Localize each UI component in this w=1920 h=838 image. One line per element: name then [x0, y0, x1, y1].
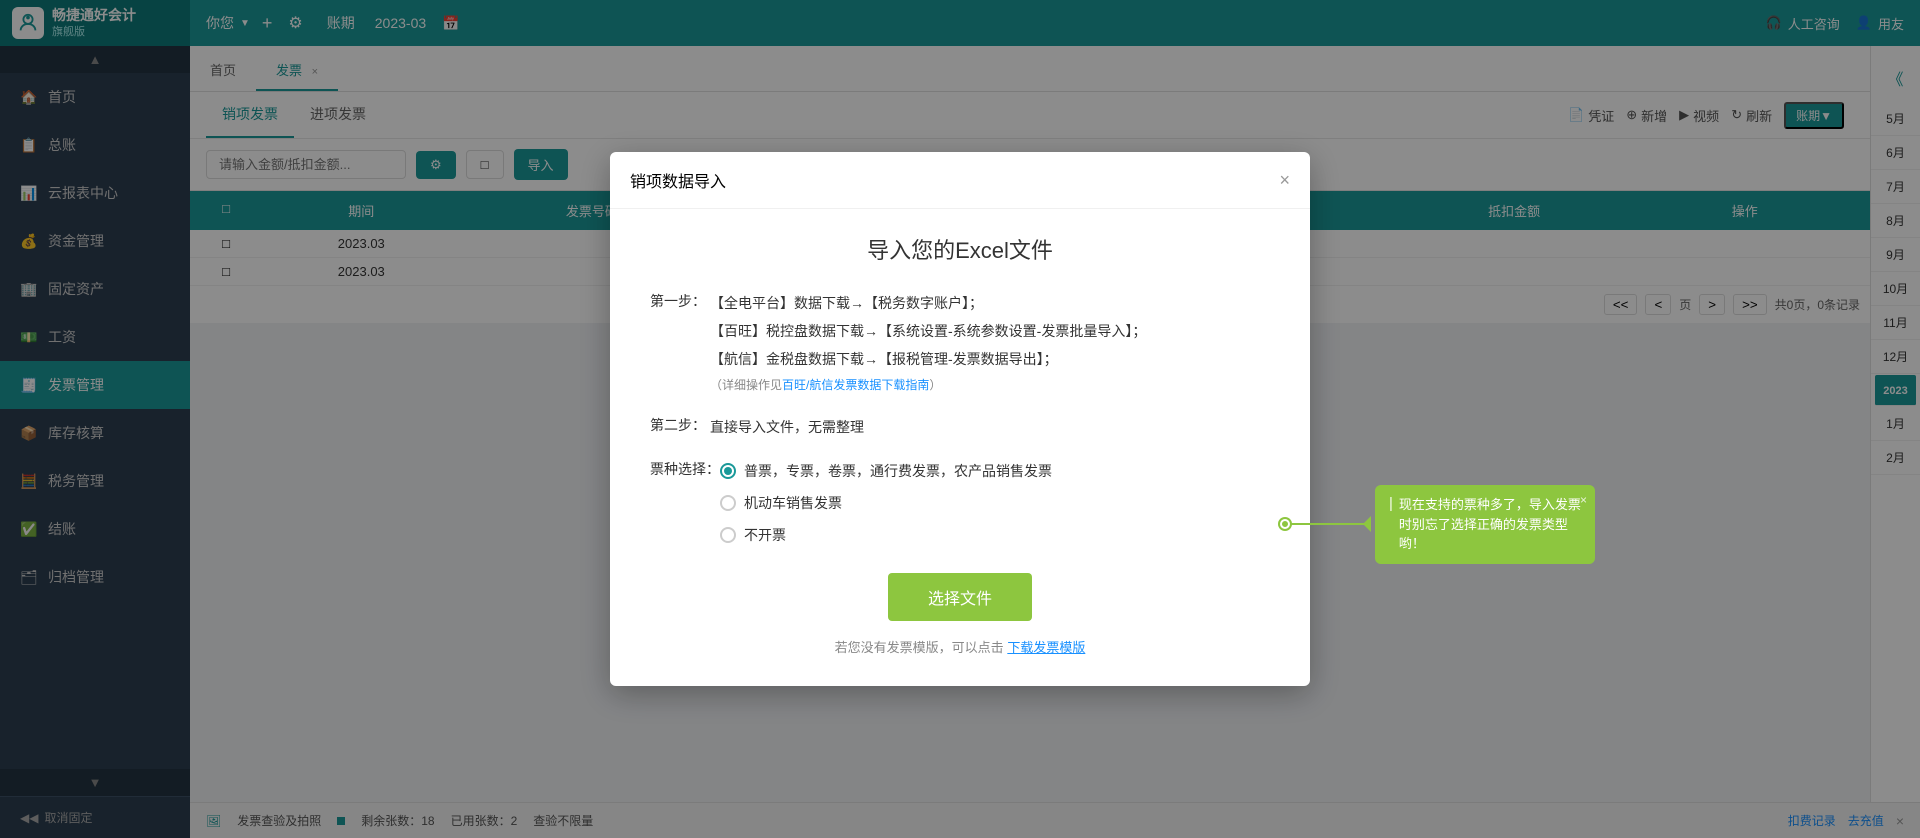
modal-close-button[interactable]: × [1279, 170, 1290, 191]
download-hint-text: 若您没有发票模版，可以点击 [835, 640, 1004, 655]
radio-motor[interactable]: 机动车销售发票 [720, 493, 1052, 513]
step1-line3: 【航信】金税盘数据下载→【报税管理-发票数据导出】； [710, 345, 1270, 373]
radio-group: 普票，专票，卷票，通行费发票，农产品销售发票 机动车销售发票 不开票 [720, 461, 1052, 545]
step2-row: 第二步： 直接导入文件，无需整理 [650, 413, 1270, 441]
step2-label: 第二步： [650, 413, 710, 441]
step1-link-row: （详细操作见百旺/航信发票数据下载指南） [710, 373, 1270, 397]
tooltip-message: 现在支持的票种多了，导入发票时别忘了选择正确的发票类型哟！ [1399, 495, 1581, 554]
tooltip-dot [1280, 519, 1290, 529]
step2-content: 直接导入文件，无需整理 [710, 413, 1270, 441]
radio-normal[interactable]: 普票，专票，卷票，通行费发票，农产品销售发票 [720, 461, 1052, 481]
tooltip-text: | 现在支持的票种多了，导入发票时别忘了选择正确的发票类型哟！ [1389, 495, 1581, 554]
step1-row: 第一步： 【全电平台】数据下载→【税务数字账户】； 【百旺】税控盘数据下载→【系… [650, 289, 1270, 397]
step1-content: 【全电平台】数据下载→【税务数字账户】； 【百旺】税控盘数据下载→【系统设置-系… [710, 289, 1270, 397]
ticket-label: 票种选择： [650, 457, 720, 549]
radio-no-invoice-label: 不开票 [744, 525, 786, 545]
select-file-button[interactable]: 选择文件 [888, 573, 1032, 621]
step1-line2: 【百旺】税控盘数据下载→【系统设置-系统参数设置-发票批量导入】； [710, 317, 1270, 345]
step2-text: 直接导入文件，无需整理 [710, 419, 864, 435]
download-template-row: 若您没有发票模版，可以点击 下载发票模版 [650, 637, 1270, 656]
modal-title: 销项数据导入 [630, 168, 726, 192]
tooltip-close-button[interactable]: × [1580, 491, 1587, 509]
tooltip-connector: × | 现在支持的票种多了，导入发票时别忘了选择正确的发票类型哟！ [1280, 485, 1590, 564]
modal-main-title: 导入您的Excel文件 [650, 233, 1270, 265]
radio-normal-label: 普票，专票，卷票，通行费发票，农产品销售发票 [744, 461, 1052, 481]
modal-overlay: 销项数据导入 × 导入您的Excel文件 第一步： 【全电平台】数据下载→【税务… [0, 0, 1920, 838]
ticket-row: 票种选择： 普票，专票，卷票，通行费发票，农产品销售发票 机动车销售发票 不开票 [650, 457, 1270, 549]
radio-motor-label: 机动车销售发票 [744, 493, 842, 513]
tooltip-line [1290, 523, 1370, 525]
radio-no-invoice[interactable]: 不开票 [720, 525, 1052, 545]
radio-motor-circle [720, 495, 736, 511]
guide-link[interactable]: 百旺/航信发票数据下载指南 [782, 378, 929, 392]
step1-line1: 【全电平台】数据下载→【税务数字账户】； [710, 289, 1270, 317]
radio-no-invoice-circle [720, 527, 736, 543]
download-template-link[interactable]: 下载发票模版 [1007, 640, 1085, 655]
download-link-text: 下载发票模版 [1007, 640, 1085, 655]
radio-normal-circle [720, 463, 736, 479]
import-modal: 销项数据导入 × 导入您的Excel文件 第一步： 【全电平台】数据下载→【税务… [610, 152, 1310, 686]
modal-body: 导入您的Excel文件 第一步： 【全电平台】数据下载→【税务数字账户】； 【百… [610, 209, 1310, 686]
select-file-label: 选择文件 [928, 591, 992, 608]
tooltip-bubble: × | 现在支持的票种多了，导入发票时别忘了选择正确的发票类型哟！ [1375, 485, 1595, 564]
modal-header: 销项数据导入 × [610, 152, 1310, 209]
step1-label: 第一步： [650, 289, 710, 397]
